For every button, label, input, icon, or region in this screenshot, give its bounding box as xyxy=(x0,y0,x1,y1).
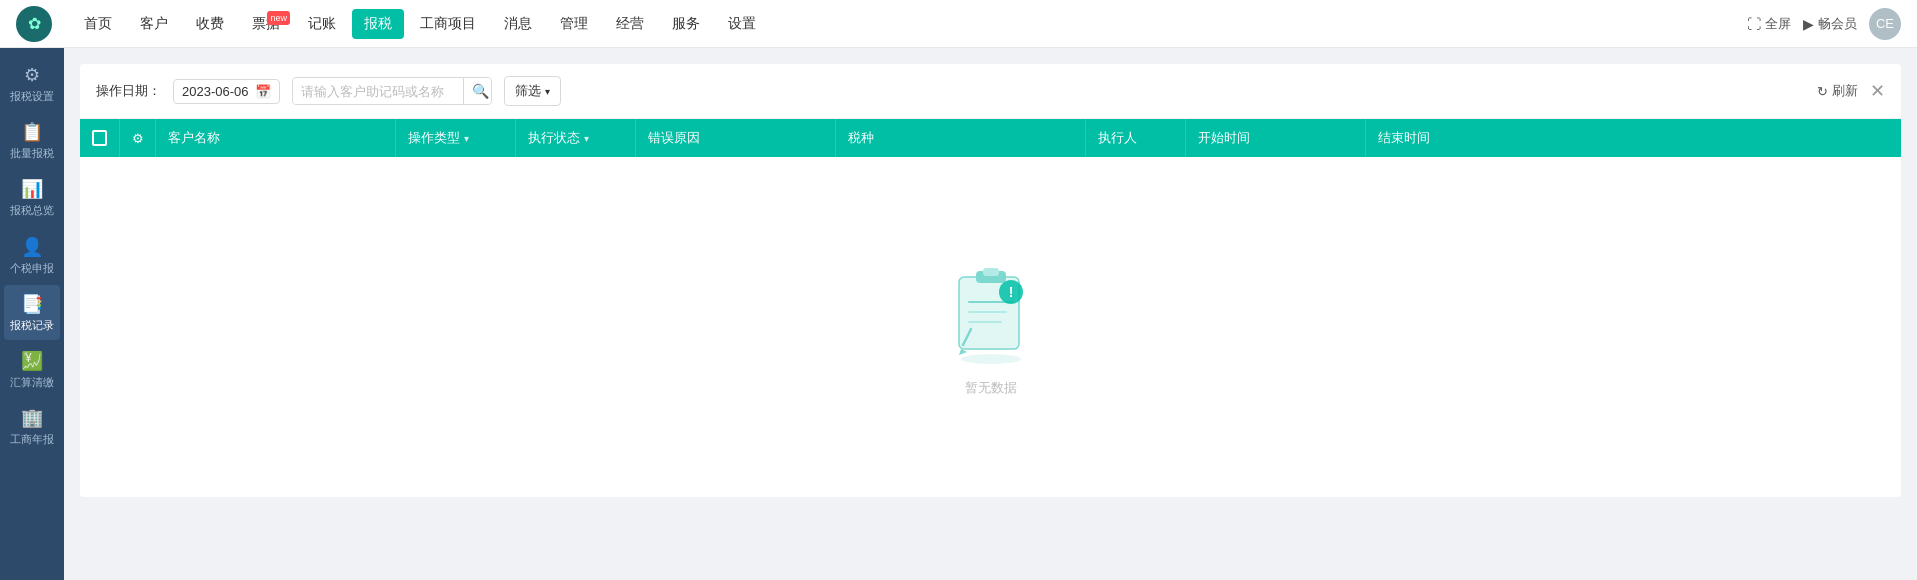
sidebar-label-3: 个税申报 xyxy=(10,262,54,275)
sidebar-item-6[interactable]: 🏢 工商年报 xyxy=(4,399,60,454)
svg-text:✿: ✿ xyxy=(28,15,41,32)
search-wrap: 🔍 xyxy=(292,77,492,105)
sidebar-icon-0: ⚙ xyxy=(21,64,43,86)
sidebar-label-4: 报税记录 xyxy=(10,319,54,332)
nav-item-6[interactable]: 工商项目 xyxy=(408,9,488,39)
date-value: 2023-06-06 xyxy=(182,84,249,99)
nav-item-9[interactable]: 经营 xyxy=(604,9,656,39)
member-label: 畅会员 xyxy=(1818,15,1857,33)
close-button[interactable]: ✕ xyxy=(1870,82,1885,100)
settings-icon: ⚙ xyxy=(132,131,144,146)
nav-item-1[interactable]: 客户 xyxy=(128,9,180,39)
sidebar-item-2[interactable]: 📊 报税总览 xyxy=(4,170,60,225)
top-navigation: ✿ 首页客户收费票据new记账报税工商项目消息管理经营服务设置 ⛶ 全屏 ▶ 畅… xyxy=(0,0,1917,48)
date-label: 操作日期： xyxy=(96,82,161,100)
th-error-reason: 错误原因 xyxy=(636,119,836,157)
nav-item-10[interactable]: 服务 xyxy=(660,9,712,39)
sidebar-item-0[interactable]: ⚙ 报税设置 xyxy=(4,56,60,111)
empty-text: 暂无数据 xyxy=(965,379,1017,397)
member-icon: ▶ xyxy=(1803,16,1814,32)
refresh-button[interactable]: ↻ 刷新 xyxy=(1817,82,1858,100)
svg-text:!: ! xyxy=(1008,284,1013,300)
th-customer-label: 客户名称 xyxy=(168,129,220,147)
empty-illustration: ! xyxy=(941,257,1041,367)
nav-item-0[interactable]: 首页 xyxy=(72,9,124,39)
th-executor: 执行人 xyxy=(1086,119,1186,157)
th-start-time: 开始时间 xyxy=(1186,119,1366,157)
sidebar-label-1: 批量报税 xyxy=(10,147,54,160)
nav-item-7[interactable]: 消息 xyxy=(492,9,544,39)
top-nav-right: ⛶ 全屏 ▶ 畅会员 CE xyxy=(1747,8,1901,40)
date-picker[interactable]: 2023-06-06 📅 xyxy=(173,79,280,104)
user-avatar[interactable]: CE xyxy=(1869,8,1901,40)
nav-item-4[interactable]: 记账 xyxy=(296,9,348,39)
sidebar-label-6: 工商年报 xyxy=(10,433,54,446)
member-button[interactable]: ▶ 畅会员 xyxy=(1803,15,1857,33)
nav-items: 首页客户收费票据new记账报税工商项目消息管理经营服务设置 xyxy=(72,9,1747,39)
th-checkbox[interactable] xyxy=(80,119,120,157)
op-type-sort-icon: ▾ xyxy=(464,133,469,144)
sidebar-icon-1: 📋 xyxy=(21,121,43,143)
th-tax-type-label: 税种 xyxy=(848,129,874,147)
user-initials: CE xyxy=(1876,16,1894,31)
sidebar-icon-4: 📑 xyxy=(21,293,43,315)
th-op-type-label: 操作类型 xyxy=(408,129,460,147)
th-exec-status-label: 执行状态 xyxy=(528,129,580,147)
select-all-checkbox[interactable] xyxy=(92,130,107,146)
search-button[interactable]: 🔍 xyxy=(463,78,492,104)
sidebar-icon-5: 💹 xyxy=(21,350,43,372)
sidebar-icon-6: 🏢 xyxy=(21,407,43,429)
sidebar-label-0: 报税设置 xyxy=(10,90,54,103)
th-end-time-label: 结束时间 xyxy=(1378,129,1430,147)
svg-rect-5 xyxy=(983,268,999,276)
th-executor-label: 执行人 xyxy=(1098,129,1137,147)
sidebar-label-2: 报税总览 xyxy=(10,204,54,217)
app-logo[interactable]: ✿ xyxy=(16,6,52,42)
nav-item-5[interactable]: 报税 xyxy=(352,9,404,39)
table-body: ! 暂无数据 xyxy=(80,157,1901,497)
svg-marker-12 xyxy=(959,349,967,355)
exec-status-sort-icon: ▾ xyxy=(584,133,589,144)
search-input[interactable] xyxy=(293,79,463,104)
nav-item-8[interactable]: 管理 xyxy=(548,9,600,39)
toolbar-right: ↻ 刷新 ✕ xyxy=(1817,82,1885,100)
refresh-label: 刷新 xyxy=(1832,82,1858,100)
toolbar: 操作日期： 2023-06-06 📅 🔍 筛选 ▾ ↻ 刷新 xyxy=(80,64,1901,119)
sidebar-icon-3: 👤 xyxy=(21,236,43,258)
sidebar-item-1[interactable]: 📋 批量报税 xyxy=(4,113,60,168)
th-error-reason-label: 错误原因 xyxy=(648,129,700,147)
empty-state: ! 暂无数据 xyxy=(941,217,1041,437)
th-start-time-label: 开始时间 xyxy=(1198,129,1250,147)
main-layout: ⚙ 报税设置 📋 批量报税 📊 报税总览 👤 个税申报 📑 报税记录 💹 汇算清… xyxy=(0,48,1917,580)
sidebar-item-3[interactable]: 👤 个税申报 xyxy=(4,228,60,283)
fullscreen-button[interactable]: ⛶ 全屏 xyxy=(1747,15,1791,33)
sidebar: ⚙ 报税设置 📋 批量报税 📊 报税总览 👤 个税申报 📑 报税记录 💹 汇算清… xyxy=(0,48,64,580)
th-settings[interactable]: ⚙ xyxy=(120,119,156,157)
fullscreen-label: 全屏 xyxy=(1765,15,1791,33)
th-customer: 客户名称 xyxy=(156,119,396,157)
sidebar-item-5[interactable]: 💹 汇算清缴 xyxy=(4,342,60,397)
fullscreen-icon: ⛶ xyxy=(1747,16,1761,32)
svg-point-2 xyxy=(961,354,1021,364)
content-card: 操作日期： 2023-06-06 📅 🔍 筛选 ▾ ↻ 刷新 xyxy=(80,64,1901,497)
th-tax-type: 税种 xyxy=(836,119,1086,157)
sidebar-label-5: 汇算清缴 xyxy=(10,376,54,389)
nav-item-3[interactable]: 票据new xyxy=(240,9,292,39)
nav-item-2[interactable]: 收费 xyxy=(184,9,236,39)
filter-button[interactable]: 筛选 ▾ xyxy=(504,76,561,106)
filter-label: 筛选 xyxy=(515,82,541,100)
table-header: ⚙ 客户名称 操作类型 ▾ 执行状态 ▾ 错误原因 税种 xyxy=(80,119,1901,157)
calendar-icon: 📅 xyxy=(255,84,271,99)
th-exec-status[interactable]: 执行状态 ▾ xyxy=(516,119,636,157)
sidebar-icon-2: 📊 xyxy=(21,178,43,200)
chevron-down-icon: ▾ xyxy=(545,86,550,97)
sidebar-item-4[interactable]: 📑 报税记录 xyxy=(4,285,60,340)
content-area: 操作日期： 2023-06-06 📅 🔍 筛选 ▾ ↻ 刷新 xyxy=(64,48,1917,580)
th-op-type[interactable]: 操作类型 ▾ xyxy=(396,119,516,157)
nav-item-11[interactable]: 设置 xyxy=(716,9,768,39)
refresh-icon: ↻ xyxy=(1817,84,1828,99)
th-end-time: 结束时间 xyxy=(1366,119,1546,157)
